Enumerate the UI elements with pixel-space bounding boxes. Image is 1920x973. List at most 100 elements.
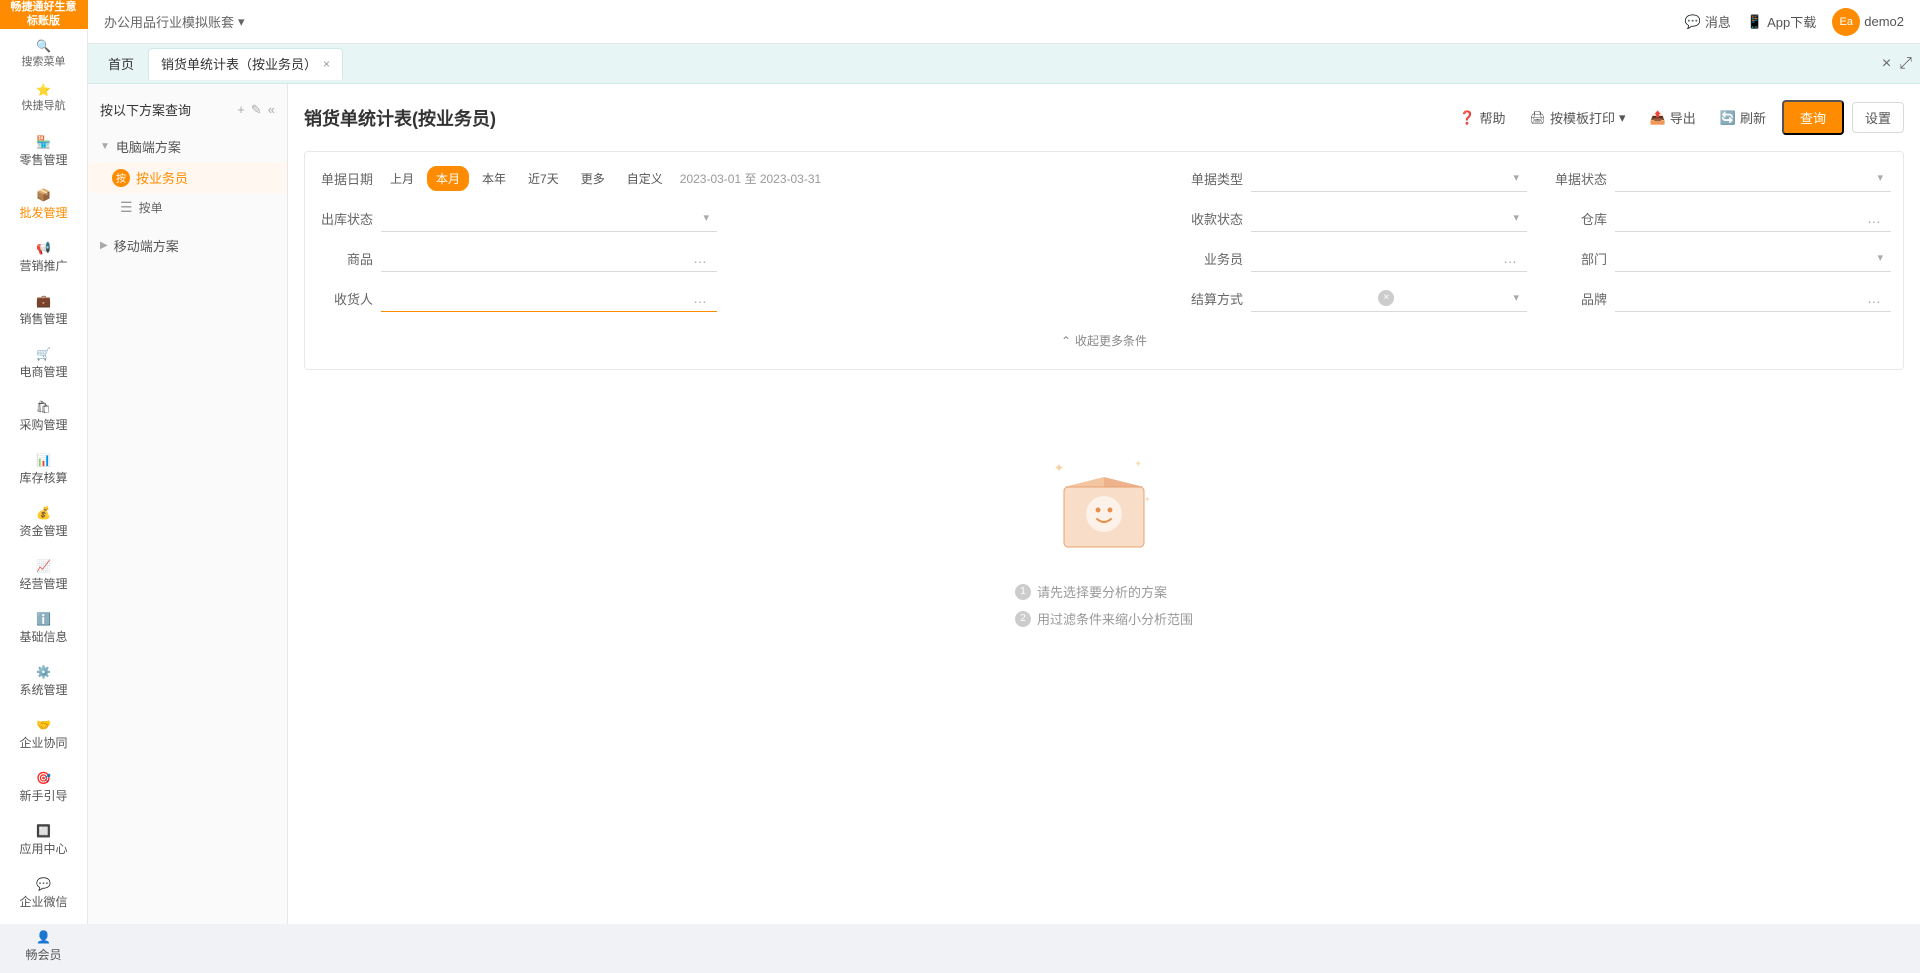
filter-dept-item: 部门 ▾	[1551, 244, 1891, 272]
dept-select[interactable]: ▾	[1615, 244, 1891, 272]
sidebar-item-basic[interactable]: ℹ️ 基础信息	[0, 602, 87, 655]
sidebar-item-wholesale[interactable]: 📦 批发管理	[0, 178, 87, 231]
sidebar-item-system[interactable]: ⚙️ 系统管理	[0, 655, 87, 708]
tab-bar: 首页 销货单统计表（按业务员） × × ⤢	[88, 44, 1920, 84]
refresh-icon: 🔄	[1720, 110, 1736, 126]
plan-group-mobile-title[interactable]: ▶ 移动端方案	[88, 230, 287, 261]
tab-maximize-button[interactable]: ⤢	[1899, 55, 1912, 73]
filter-brand-item: 品牌 …	[1551, 284, 1891, 312]
date-label: 单据日期	[317, 169, 373, 188]
tab-home[interactable]: 首页	[96, 48, 146, 80]
app-selector-arrow: ▾	[238, 14, 245, 30]
sidebar-item-sales-label: 销售管理	[4, 310, 83, 327]
message-button[interactable]: 💬 消息	[1685, 12, 1731, 31]
collect-status-select[interactable]: ▾	[1251, 204, 1527, 232]
add-plan-button[interactable]: +	[237, 102, 245, 118]
app-logo[interactable]: 畅捷通好生意 标账版	[0, 0, 88, 29]
filter-salesperson-item: 业务员 …	[1187, 244, 1527, 272]
svg-text:✦: ✦	[1144, 495, 1151, 504]
filter-area: 单据日期 上月 本月 本年 近7天 更多 自定义 2023-03-01 至 20…	[304, 151, 1904, 370]
sidebar-item-operation[interactable]: 📈 经营管理	[0, 549, 87, 602]
warehouse-input[interactable]: …	[1615, 204, 1891, 232]
collapse-button[interactable]: ⌃ 收起更多条件	[317, 324, 1891, 357]
receiver-more-icon: …	[693, 290, 709, 306]
svg-text:✦: ✦	[1134, 459, 1142, 470]
sidebar-item-newbie[interactable]: 🎯 新手引导	[0, 761, 87, 814]
tab-active[interactable]: 销货单统计表（按业务员） ×	[148, 48, 343, 80]
edit-plan-button[interactable]: ✎	[251, 102, 262, 118]
logo-subtext: 标账版	[27, 14, 60, 28]
collect-status-arrow: ▾	[1513, 211, 1519, 224]
hint-text-2: 用过滤条件来缩小分析范围	[1037, 609, 1193, 628]
sidebar-item-purchase[interactable]: 🛍 采购管理	[0, 390, 87, 443]
brand-input[interactable]: …	[1615, 284, 1891, 312]
wholesale-icon: 📦	[4, 188, 83, 202]
app-download-button[interactable]: 📱 App下载	[1747, 12, 1816, 31]
settle-select[interactable]: × ▾	[1251, 284, 1527, 312]
tab-home-label: 首页	[108, 54, 134, 73]
sidebar-item-member[interactable]: 👤 畅会员	[0, 920, 87, 973]
filter-warehouse-item: 仓库 …	[1551, 204, 1891, 232]
receiver-label: 收货人	[317, 289, 373, 308]
goods-input[interactable]: …	[381, 244, 717, 272]
settle-clear-button[interactable]: ×	[1378, 290, 1394, 306]
sidebar-item-enterprise[interactable]: 🤝 企业协同	[0, 708, 87, 761]
hint-text-1: 请先选择要分析的方案	[1037, 582, 1167, 601]
salesperson-input[interactable]: …	[1251, 244, 1527, 272]
sidebar-item-appstore[interactable]: 🔲 应用中心	[0, 814, 87, 867]
print-button[interactable]: 🖨 按模板打印 ▾	[1522, 104, 1634, 131]
sidebar-search[interactable]: 🔍 帮助 搜索菜单	[0, 29, 87, 75]
date-btn-this-month[interactable]: 本月	[427, 166, 469, 191]
empty-hint-1: 1 请先选择要分析的方案	[1015, 582, 1193, 601]
enterprise-icon: 🤝	[4, 718, 83, 732]
date-btn-more[interactable]: 更多	[572, 166, 614, 191]
sidebar-search-text: 搜索菜单	[0, 53, 87, 69]
user-menu[interactable]: Ea demo2	[1832, 8, 1904, 36]
export-label: 导出	[1670, 108, 1696, 127]
out-status-select[interactable]: ▾	[381, 204, 717, 232]
sidebar-quick-nav[interactable]: ⭐ 快捷导航	[0, 75, 87, 121]
sidebar-item-ecommerce[interactable]: 🛒 电商管理	[0, 337, 87, 390]
refresh-button[interactable]: 🔄 刷新	[1712, 104, 1774, 131]
plan-item-salesperson-label: 按业务员	[136, 168, 188, 187]
date-btn-7days[interactable]: 近7天	[519, 166, 568, 191]
query-button[interactable]: 查询	[1782, 100, 1844, 135]
doc-status-label: 单据状态	[1551, 169, 1607, 188]
export-button[interactable]: 📤 导出	[1642, 104, 1704, 131]
marketing-icon: 📢	[4, 241, 83, 255]
sidebar-item-finance[interactable]: 💰 资金管理	[0, 496, 87, 549]
content-area: 按以下方案查询 + ✎ « ▼ 电脑端方案 按 按业务员 ☰ 按	[88, 84, 1920, 924]
receiver-input[interactable]: …	[381, 284, 717, 312]
header-right: 💬 消息 📱 App下载 Ea demo2	[1685, 8, 1904, 36]
sidebar-item-retail[interactable]: 🏪 零售管理	[0, 125, 87, 178]
plan-sub-item-by-doc[interactable]: ☰ 按单	[88, 193, 287, 222]
doc-type-select[interactable]: ▾	[1251, 164, 1527, 192]
date-btn-last-month[interactable]: 上月	[381, 166, 423, 191]
help-button[interactable]: ❓ 帮助	[1451, 104, 1513, 131]
page-title-actions: ❓ 帮助 🖨 按模板打印 ▾ 📤 导出 🔄 刷新	[1451, 100, 1904, 135]
tab-close-button[interactable]: ×	[323, 58, 330, 70]
download-icon: 📱	[1747, 14, 1763, 30]
filter-receiver-item: 收货人 …	[317, 284, 717, 312]
sidebar-item-enterprise-label: 企业协同	[4, 734, 83, 751]
plan-group-desktop-title[interactable]: ▼ 电脑端方案	[88, 131, 287, 162]
doc-status-select[interactable]: ▾	[1615, 164, 1891, 192]
settings-button[interactable]: 设置	[1852, 102, 1904, 133]
sidebar-item-sales[interactable]: 💼 销售管理	[0, 284, 87, 337]
date-btn-this-year[interactable]: 本年	[473, 166, 515, 191]
sidebar-item-inventory[interactable]: 📊 库存核算	[0, 443, 87, 496]
sidebar-item-marketing[interactable]: 📢 营销推广	[0, 231, 87, 284]
date-btn-custom[interactable]: 自定义	[618, 166, 672, 191]
settle-arrow: ▾	[1513, 291, 1519, 304]
doc-type-label: 单据类型	[1187, 169, 1243, 188]
hint-num-2: 2	[1015, 611, 1031, 627]
plan-item-by-salesperson[interactable]: 按 按业务员	[88, 162, 287, 193]
collapse-panel-button[interactable]: «	[268, 102, 275, 118]
sidebar-item-ecommerce-label: 电商管理	[4, 363, 83, 380]
sidebar-item-wechat[interactable]: 💬 企业微信	[0, 867, 87, 920]
plan-icon-salesperson: 按	[112, 169, 130, 187]
app-selector[interactable]: 办公用品行业模拟账套 ▾	[104, 12, 245, 31]
tab-minimize-button[interactable]: ×	[1882, 55, 1891, 73]
sidebar-quick-nav-label: 快捷导航	[0, 97, 87, 113]
message-label: 消息	[1705, 12, 1731, 31]
